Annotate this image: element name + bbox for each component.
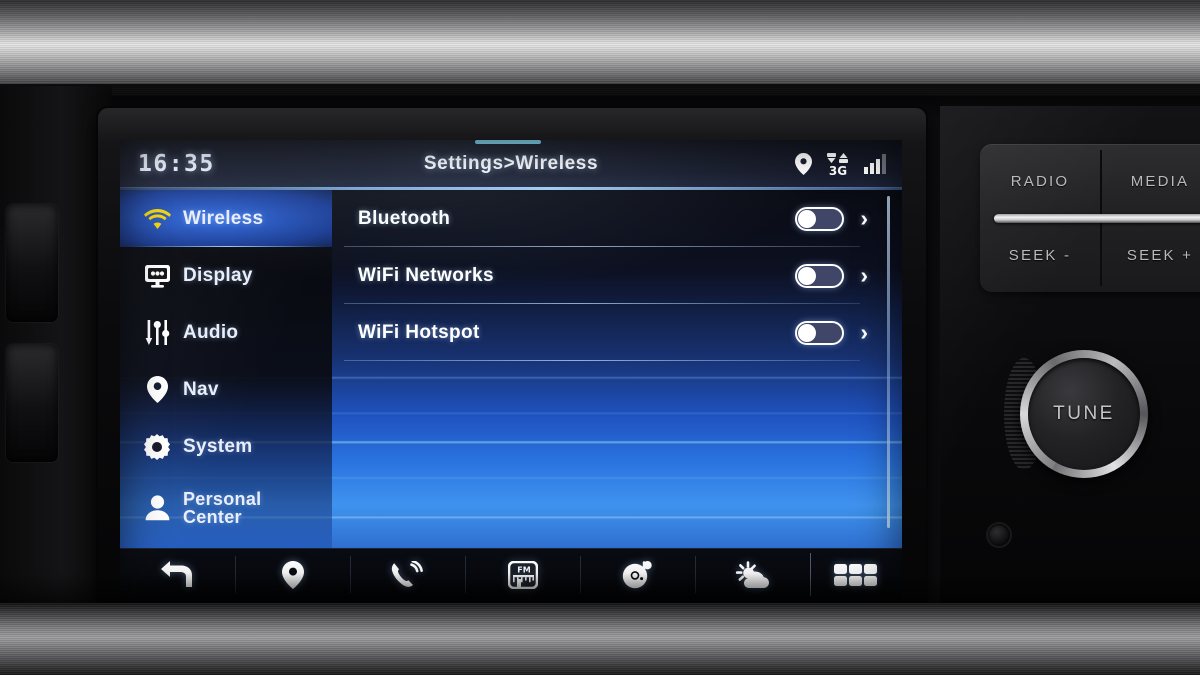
gear-icon	[142, 433, 172, 460]
equalizer-sliders-icon	[142, 320, 172, 345]
sidebar-item-nav[interactable]: Nav	[120, 361, 332, 418]
svg-text:3G: 3G	[829, 164, 847, 176]
toggle-knob	[798, 209, 817, 228]
tune-knob[interactable]: TUNE	[1004, 350, 1148, 478]
dashboard-trim-top	[0, 0, 1200, 96]
sidebar-item-system[interactable]: System	[120, 418, 332, 475]
sidebar-item-label-line1: Personal	[183, 488, 262, 509]
sidebar-item-wireless[interactable]: Wireless	[120, 190, 332, 247]
row-label: WiFi Networks	[358, 264, 494, 286]
seek-down-button[interactable]: SEEK -	[980, 218, 1100, 292]
chrome-accent-strip	[994, 214, 1200, 223]
location-pin-icon	[795, 153, 812, 175]
knob-face: TUNE	[1028, 358, 1140, 470]
chevron-right-icon[interactable]: ›	[860, 321, 868, 344]
seek-up-button[interactable]: SEEK +	[1100, 218, 1200, 292]
sidebar-item-label: Audio	[183, 321, 239, 343]
sidebar-item-label: Wireless	[183, 207, 264, 229]
toggle-knob	[798, 323, 817, 342]
row-controls: ›	[795, 206, 868, 231]
hardware-control-panel: RADIO MEDIA SEEK - SEEK + TUNE	[940, 106, 1200, 610]
sidebar-item-label: System	[183, 435, 253, 457]
status-bar-tick	[475, 140, 541, 144]
knob-label: TUNE	[1053, 403, 1115, 424]
bezel-gloss	[98, 108, 926, 142]
screen-body: Wireless Display Audio Nav System Person…	[120, 190, 902, 548]
location-pin-icon	[142, 376, 172, 403]
car-dashboard: 16:35 Settings>Wireless 3G Wireless Disp…	[0, 0, 1200, 675]
network-3g-icon: 3G	[826, 152, 850, 176]
air-vent-lower	[6, 344, 58, 462]
air-vent-upper	[6, 204, 58, 322]
sidebar-item-audio[interactable]: Audio	[120, 304, 332, 361]
page-title: Settings>Wireless	[423, 153, 599, 174]
dashboard-trim-bottom	[0, 603, 1200, 675]
signal-bars-icon	[864, 154, 888, 174]
settings-row-wifi-hotspot[interactable]: WiFi Hotspot ›	[332, 304, 902, 361]
settings-row-bluetooth[interactable]: Bluetooth ›	[332, 190, 902, 247]
sidebar-item-personal-center[interactable]: Personal Center	[120, 475, 332, 541]
person-icon	[142, 495, 172, 521]
radio-button[interactable]: RADIO	[980, 144, 1100, 218]
row-label: Bluetooth	[358, 207, 451, 229]
status-bar: 16:35 Settings>Wireless 3G	[120, 140, 902, 190]
sidebar-item-label: Display	[183, 264, 253, 286]
sidebar-item-display[interactable]: Display	[120, 247, 332, 304]
wifi-hotspot-toggle[interactable]	[795, 320, 845, 345]
list-scrollbar[interactable]	[887, 196, 890, 528]
status-icons: 3G	[795, 152, 888, 176]
toggle-knob	[798, 266, 817, 285]
settings-row-wifi-networks[interactable]: WiFi Networks ›	[332, 247, 902, 304]
wifi-networks-toggle[interactable]	[795, 263, 845, 288]
chevron-right-icon[interactable]: ›	[860, 264, 868, 287]
settings-list: Bluetooth › WiFi Networks › WiFi Hotspot…	[332, 190, 902, 548]
sidebar-item-label-line2: Center	[183, 507, 242, 527]
row-label: WiFi Hotspot	[358, 321, 480, 343]
left-dash-panel	[0, 86, 112, 606]
hardware-button-block: RADIO MEDIA SEEK - SEEK +	[980, 144, 1200, 292]
row-controls: ›	[795, 320, 868, 345]
row-controls: ›	[795, 263, 868, 288]
monitor-icon	[142, 264, 172, 288]
sidebar-item-label: Personal Center	[183, 488, 262, 527]
sidebar-item-label: Nav	[183, 378, 219, 400]
bluetooth-toggle[interactable]	[795, 206, 845, 231]
media-button[interactable]: MEDIA	[1100, 144, 1200, 218]
chevron-right-icon[interactable]: ›	[860, 207, 868, 230]
wifi-icon	[142, 208, 172, 229]
infotainment-screen[interactable]: 16:35 Settings>Wireless 3G Wireless Disp…	[120, 140, 902, 600]
aux-port	[988, 524, 1010, 546]
settings-sidebar: Wireless Display Audio Nav System Person…	[120, 190, 332, 548]
